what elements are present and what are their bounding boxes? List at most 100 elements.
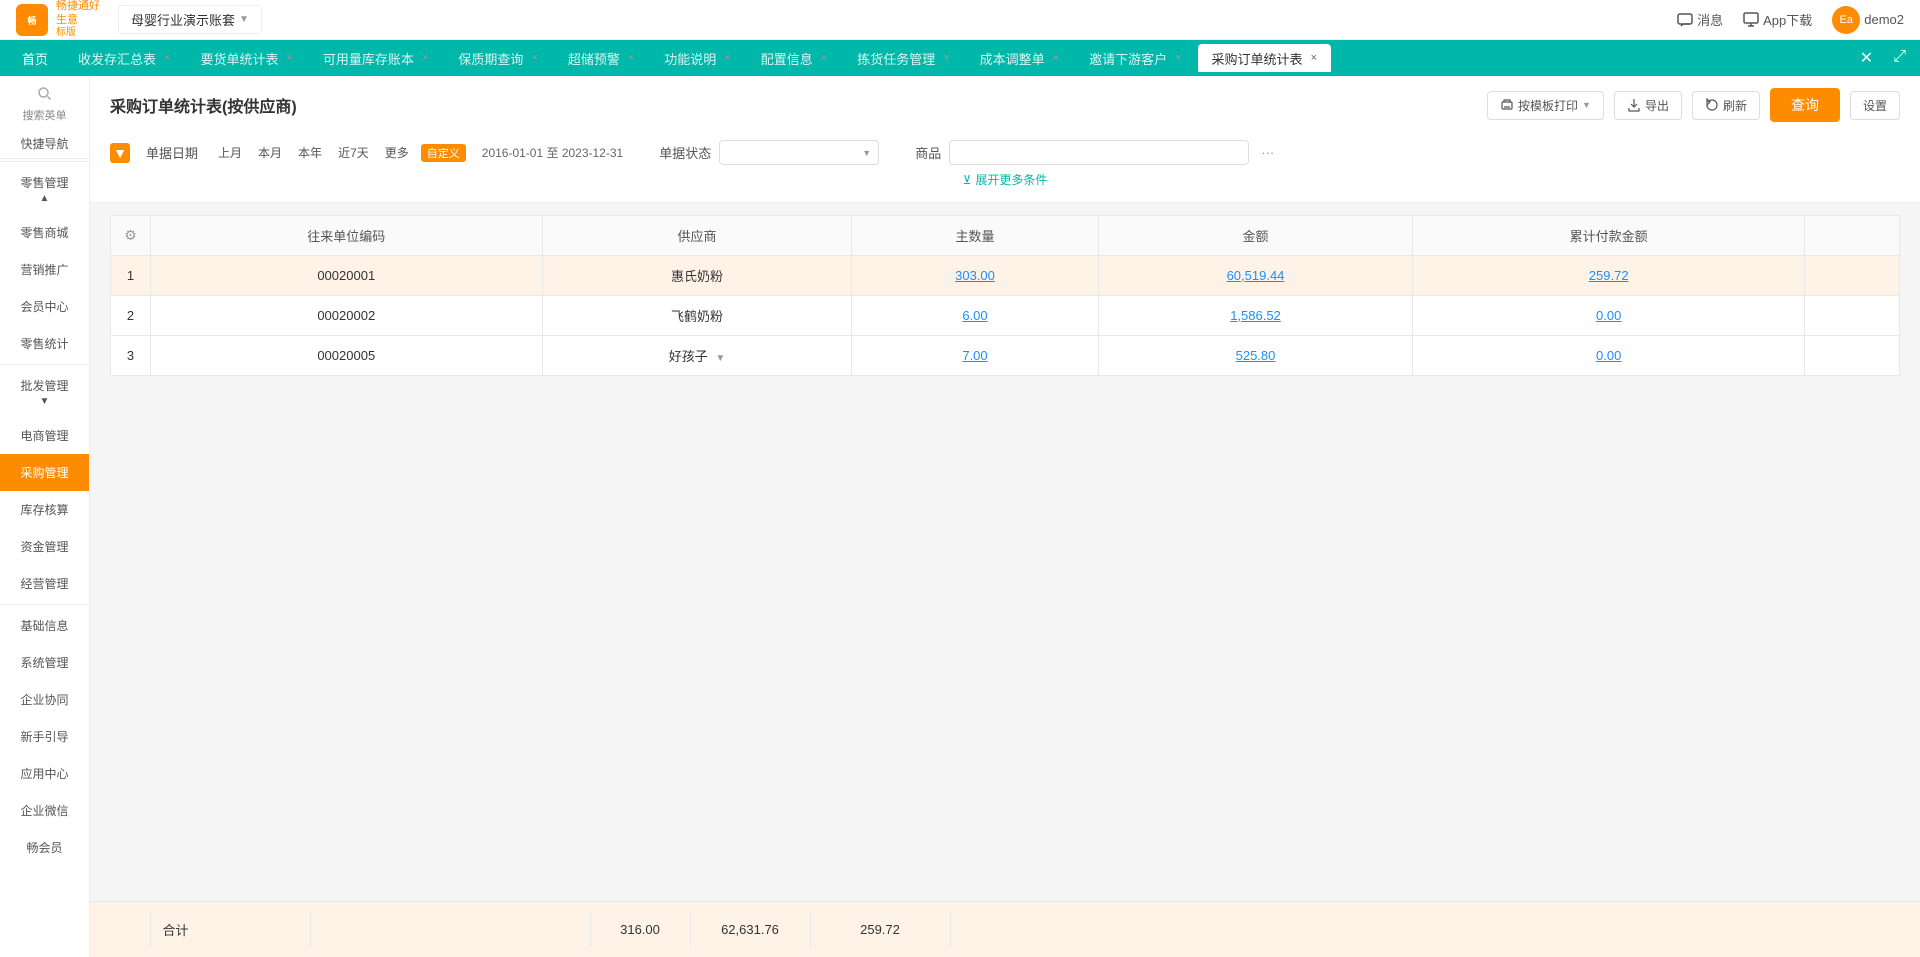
query-button[interactable]: 查询 (1770, 88, 1840, 122)
column-settings: ⚙ (111, 216, 151, 256)
sidebar-divider-3 (0, 604, 89, 605)
close-icon[interactable]: × (422, 52, 428, 64)
goods-input[interactable] (949, 140, 1249, 165)
table-row: 3 00020005 好孩子 ▼ 7.00 525.80 0.00 (111, 336, 1900, 376)
row-num: 2 (111, 296, 151, 336)
row-code: 00020005 (151, 336, 543, 376)
summary-label: 合计 (150, 912, 310, 947)
workspace-arrow-icon: ▼ (239, 14, 249, 25)
sidebar-search[interactable]: 搜索英单 (0, 76, 89, 129)
app-download-button[interactable]: App下载 (1743, 10, 1812, 29)
sidebar-item-enterprise[interactable]: 企业协同 (0, 681, 89, 718)
settings-button[interactable]: 设置 (1850, 91, 1900, 120)
row-quantity[interactable]: 303.00 (852, 256, 1098, 296)
close-icon[interactable]: × (1053, 52, 1059, 64)
sidebar-item-basic-info[interactable]: 基础信息 (0, 607, 89, 644)
expand-down-icon: ⊻ (963, 173, 972, 187)
tab-inventory-ledger[interactable]: 可用量库存账本 × (309, 44, 442, 72)
close-icon[interactable]: × (531, 52, 537, 64)
row-quantity[interactable]: 6.00 (852, 296, 1098, 336)
row-quantity[interactable]: 7.00 (852, 336, 1098, 376)
tab-requisition-summary[interactable]: 要货单统计表 × (186, 44, 306, 72)
sidebar-item-system[interactable]: 系统管理 (0, 644, 89, 681)
sidebar-item-purchase[interactable]: 采购管理 (0, 454, 89, 491)
sidebar-item-enterprise-wechat[interactable]: 企业微信 (0, 792, 89, 829)
row-paid[interactable]: 0.00 (1413, 336, 1805, 376)
status-select[interactable] (719, 140, 879, 165)
tab-pick-task[interactable]: 拣货任务管理 × (843, 44, 963, 72)
sidebar-item-new-guide[interactable]: 新手引导 (0, 718, 89, 755)
row-num: 1 (111, 256, 151, 296)
expand-row-icon[interactable]: ▼ (715, 353, 725, 364)
shortcut-7days[interactable]: 近7天 (334, 142, 373, 163)
row-extra (1804, 336, 1899, 376)
shortcut-this-year[interactable]: 本年 (294, 142, 326, 163)
date-label: 单据日期 (146, 143, 198, 162)
expand-more-button[interactable]: ⊻ 展开更多条件 (963, 171, 1048, 188)
sidebar-item-member2[interactable]: 畅会员 (0, 829, 89, 866)
row-supplier: 好孩子 ▼ (542, 336, 852, 376)
goods-label: 商品 (915, 143, 941, 162)
header-actions: 按模板打印 ▼ 导出 刷新 (1487, 88, 1900, 122)
tab-config-info[interactable]: 配置信息 × (747, 44, 841, 72)
sidebar-item-inventory[interactable]: 库存核算 (0, 491, 89, 528)
summary-amount: 62,631.76 (690, 912, 810, 947)
filter-toggle-button[interactable]: ▼ (110, 143, 130, 163)
sidebar-item-finance[interactable]: 资金管理 (0, 528, 89, 565)
print-icon (1500, 98, 1514, 112)
tab-overstock-warning[interactable]: 超储预警 × (554, 44, 648, 72)
print-button[interactable]: 按模板打印 ▼ (1487, 91, 1604, 120)
user-profile[interactable]: Ea demo2 (1832, 6, 1904, 34)
expand-window-button[interactable]: ⤢ (1887, 46, 1912, 70)
close-icon[interactable]: × (1175, 52, 1181, 64)
main-layout: 搜索英单 快捷导航 零售管理 ▲ 零售商城 营销推广 会员中心 零售统计 批发管… (0, 76, 1920, 957)
message-button[interactable]: 消息 (1677, 10, 1723, 29)
row-amount[interactable]: 1,586.52 (1098, 296, 1413, 336)
tab-warranty-query[interactable]: 保质期查询 × (444, 44, 551, 72)
tab-cost-adjust[interactable]: 成本调整单 × (966, 44, 1073, 72)
sidebar-item-ecommerce[interactable]: 电商管理 (0, 417, 89, 454)
sidebar-item-retail-stats[interactable]: 零售统计 (0, 325, 89, 362)
workspace-selector[interactable]: 母婴行业演示账套 ▼ (118, 5, 262, 34)
tab-function-desc[interactable]: 功能说明 × (650, 44, 744, 72)
row-paid[interactable]: 259.72 (1413, 256, 1805, 296)
sidebar-item-retail-mall[interactable]: 零售商城 (0, 214, 89, 251)
tab-purchase-summary[interactable]: 采购订单统计表 × (1198, 44, 1331, 72)
tab-home[interactable]: 首页 (8, 44, 62, 72)
row-amount[interactable]: 60,519.44 (1098, 256, 1413, 296)
row-paid[interactable]: 0.00 (1413, 296, 1805, 336)
tab-receive-summary[interactable]: 收发存汇总表 × (64, 44, 184, 72)
refresh-button[interactable]: 刷新 (1692, 91, 1760, 120)
col-code: 往来单位编码 (151, 216, 543, 256)
close-window-button[interactable]: ✕ (1854, 46, 1879, 70)
row-amount[interactable]: 525.80 (1098, 336, 1413, 376)
sidebar-item-app-center[interactable]: 应用中心 (0, 755, 89, 792)
close-icon[interactable]: × (628, 52, 634, 64)
export-button[interactable]: 导出 (1614, 91, 1682, 120)
sidebar-item-operations[interactable]: 经营管理 (0, 565, 89, 602)
sidebar-item-member[interactable]: 会员中心 (0, 288, 89, 325)
dropdown-arrow-icon: ▼ (1582, 100, 1591, 110)
close-icon[interactable]: × (943, 52, 949, 64)
shortcut-last-month[interactable]: 上月 (214, 142, 246, 163)
sidebar: 搜索英单 快捷导航 零售管理 ▲ 零售商城 营销推广 会员中心 零售统计 批发管… (0, 76, 90, 957)
tab-invite-downstream[interactable]: 邀请下游客户 × (1075, 44, 1195, 72)
close-icon[interactable]: × (821, 52, 827, 64)
ellipsis-icon[interactable]: ··· (1261, 145, 1274, 160)
gear-icon[interactable]: ⚙ (124, 227, 137, 243)
sidebar-item-marketing[interactable]: 营销推广 (0, 251, 89, 288)
sidebar-quick-nav[interactable]: 快捷导航 (0, 129, 89, 159)
sidebar-item-retail[interactable]: 零售管理 ▲ (0, 164, 89, 214)
top-right-area: 消息 App下载 Ea demo2 (1677, 6, 1904, 34)
date-shortcuts: 上月 本月 本年 近7天 更多 自定义 (214, 142, 466, 163)
svg-text:畅: 畅 (27, 15, 36, 26)
close-icon[interactable]: × (164, 52, 170, 64)
shortcut-this-month[interactable]: 本月 (254, 142, 286, 163)
close-icon[interactable]: × (724, 52, 730, 64)
header-row: ⚙ 往来单位编码 供应商 主数量 金额 (111, 216, 1900, 256)
close-icon[interactable]: × (286, 52, 292, 64)
shortcut-more[interactable]: 更多 (381, 142, 413, 163)
sidebar-item-wholesale[interactable]: 批发管理 ▼ (0, 367, 89, 417)
custom-date-badge[interactable]: 自定义 (421, 144, 466, 162)
close-icon[interactable]: × (1311, 52, 1317, 64)
